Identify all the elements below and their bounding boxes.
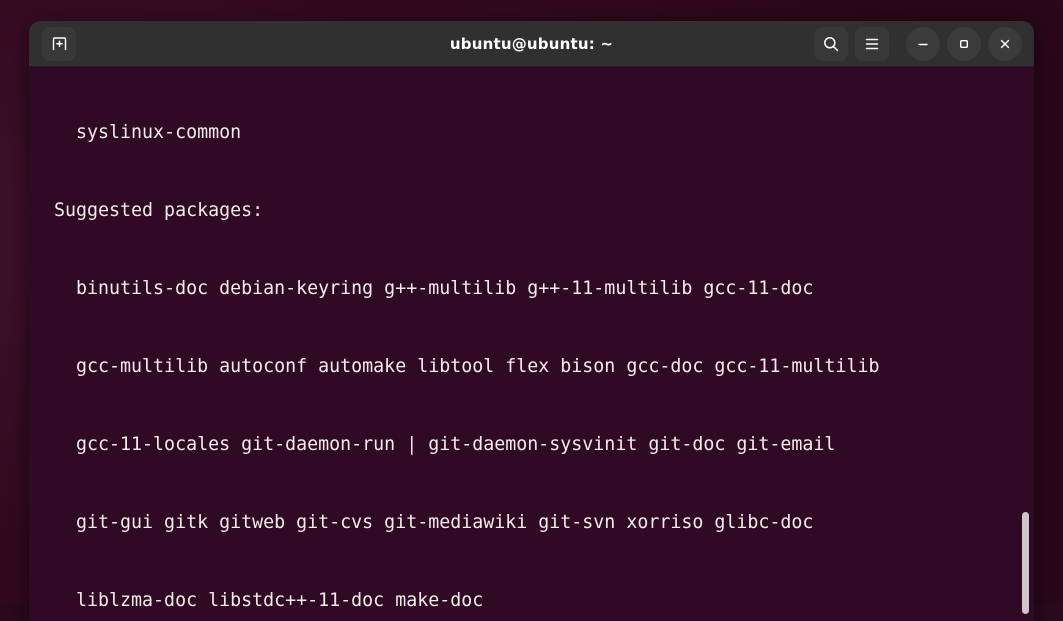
new-tab-icon (51, 35, 68, 52)
terminal-line: liblzma-doc libstdc++-11-doc make-doc (54, 588, 1034, 614)
scrollbar-thumb[interactable] (1022, 512, 1029, 614)
minimize-icon (915, 36, 931, 52)
maximize-icon (956, 36, 972, 52)
close-button[interactable] (988, 27, 1022, 61)
terminal-line: gcc-multilib autoconf automake libtool f… (54, 354, 1034, 380)
hamburger-menu-icon (863, 35, 881, 53)
terminal-text: syslinux-common Suggested packages: binu… (54, 68, 1034, 621)
close-icon (997, 36, 1013, 52)
terminal-line: binutils-doc debian-keyring g++-multilib… (54, 276, 1034, 302)
terminal-line: git-gui gitk gitweb git-cvs git-mediawik… (54, 510, 1034, 536)
menu-button[interactable] (855, 27, 889, 61)
terminal-output-area[interactable]: syslinux-common Suggested packages: binu… (29, 67, 1034, 621)
search-icon (822, 35, 840, 53)
terminal-line: syslinux-common (54, 120, 1034, 146)
new-tab-button[interactable] (42, 27, 76, 61)
maximize-button[interactable] (947, 27, 981, 61)
search-button[interactable] (814, 27, 848, 61)
terminal-line: gcc-11-locales git-daemon-run | git-daem… (54, 432, 1034, 458)
terminal-window: ubuntu@ubuntu: ~ (29, 21, 1034, 621)
terminal-line: Suggested packages: (54, 198, 1034, 224)
minimize-button[interactable] (906, 27, 940, 61)
window-controls-group (906, 27, 1022, 61)
terminal-scrollbar[interactable] (1020, 67, 1030, 621)
titlebar-right-group (814, 27, 1022, 61)
titlebar-left-group (42, 27, 76, 61)
window-titlebar[interactable]: ubuntu@ubuntu: ~ (29, 21, 1034, 67)
